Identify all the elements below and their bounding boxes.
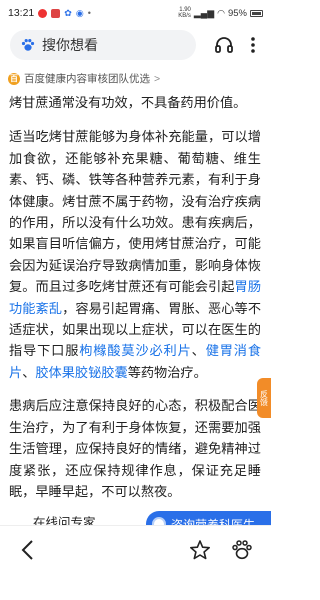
dot-icon: • [87, 8, 91, 18]
location-icon: ◉ [75, 7, 84, 18]
status-bar: 13:21 ✿ ◉ • 1.90 KB/s ▂▄▆ ◠ 95% [0, 0, 271, 26]
paragraph-1-text-c: 等药物治疗。 [127, 364, 207, 380]
headphones-icon[interactable] [212, 33, 236, 57]
ask-expert-button[interactable]: 在线问专家 [33, 512, 96, 525]
wifi-icon: ◠ [217, 7, 225, 18]
link-mosapride[interactable]: 枸橼酸莫沙必利片 [79, 343, 191, 358]
battery-icon [250, 9, 263, 17]
search-header: 搜你想看 [0, 28, 271, 62]
article-paragraph-1: 适当吃烤甘蔗能够为身体补充能量，可以增加食欲，还能够补充果糖、葡萄糖、维生素、钙… [9, 126, 261, 383]
signal-icon: ▂▄▆ [193, 7, 215, 18]
network-speed: 1.90 KB/s [178, 7, 191, 19]
consult-doctor-label: 咨询营养科医生 [171, 517, 256, 526]
back-icon[interactable] [14, 536, 42, 564]
chevron-right-icon: > [154, 72, 161, 85]
separator-2: 、 [22, 364, 36, 380]
paragraph-1-text-a: 适当吃烤甘蔗能够为身体补充能量，可以增加食欲，还能够补充果糖、葡萄糖、维生素、钙… [9, 129, 261, 295]
separator-1: 、 [191, 343, 206, 359]
link-bismuth-capsule[interactable]: 胶体果胶铋胶囊 [35, 365, 127, 380]
status-right: 1.90 KB/s ▂▄▆ ◠ 95% [178, 7, 263, 19]
doctor-avatar [152, 517, 166, 525]
paw-logo-icon [20, 37, 36, 53]
source-badge-icon: 百 [8, 72, 20, 85]
consult-bar: 在线问专家 咨询营养科医生 [0, 505, 271, 525]
star-icon[interactable] [186, 536, 214, 564]
article-body: 烤甘蔗通常没有功效，不具备药用价值。 适当吃烤甘蔗能够为身体补充能量，可以增加食… [9, 92, 261, 514]
bottom-nav [0, 525, 271, 575]
article-paragraph-2: 患病后应注意保持良好的心态，积极配合医生治疗，为了有利于身体恢复，还需要加强生活… [9, 398, 261, 499]
baidu-du-icon[interactable] [228, 536, 256, 564]
article-lead: 烤甘蔗通常没有功效，不具备药用价值。 [9, 95, 247, 110]
source-text: 百度健康内容审核团队优选 [24, 73, 150, 85]
notification-icon [38, 8, 48, 18]
source-line[interactable]: 百 百度健康内容审核团队优选 > [8, 71, 160, 86]
home-indicator-area [0, 575, 271, 600]
paw-mini-icon: ✿ [64, 7, 72, 18]
app-notify-icon [51, 8, 61, 18]
feedback-side-tab[interactable]: 反馈 [257, 378, 271, 418]
status-time: 13:21 [8, 7, 35, 19]
more-icon[interactable] [241, 33, 265, 57]
battery-percent: 95% [227, 7, 247, 19]
status-left: 13:21 ✿ ◉ • [8, 7, 91, 19]
search-box[interactable]: 搜你想看 [10, 30, 196, 60]
consult-doctor-button[interactable]: 咨询营养科医生 [146, 511, 271, 525]
search-placeholder[interactable]: 搜你想看 [42, 35, 98, 55]
